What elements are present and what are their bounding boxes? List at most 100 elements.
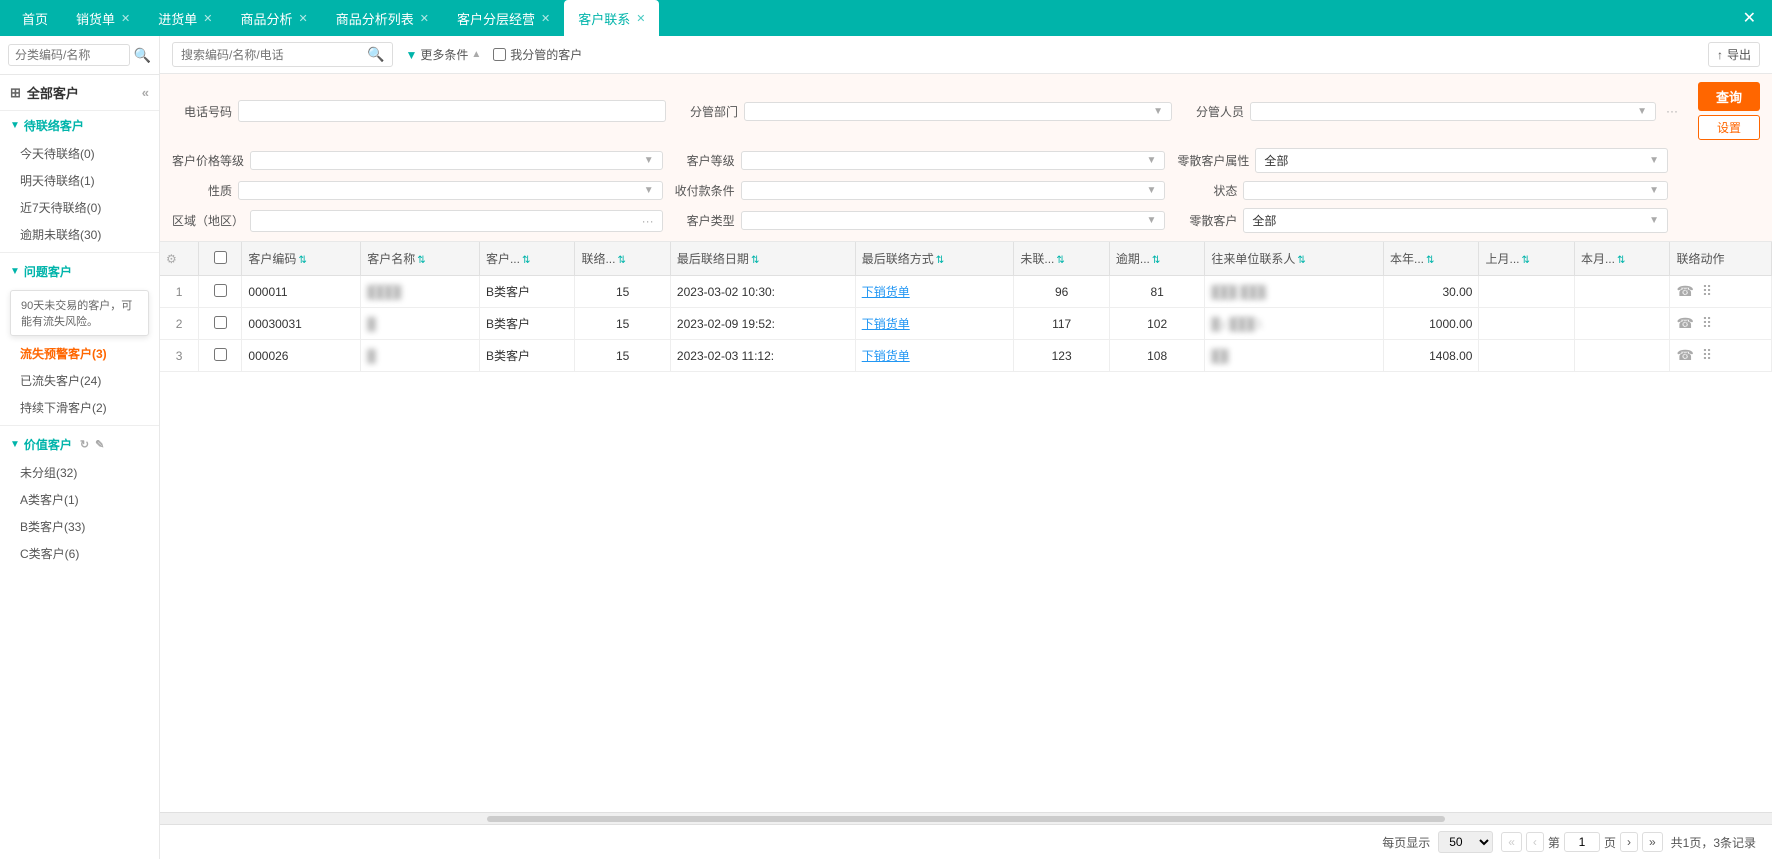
sidebar-item-churn-warning[interactable]: 流失预警客户(3) <box>0 340 159 367</box>
tab-sales[interactable]: 销货单 ✕ <box>62 0 144 36</box>
sidebar-item-churned[interactable]: 已流失客户(24) <box>0 367 159 394</box>
contact-icon[interactable]: ☎ <box>1676 283 1693 300</box>
region-select[interactable]: ··· <box>250 210 663 232</box>
status-select[interactable]: ▼ <box>1243 181 1668 200</box>
sort-overdue-icon[interactable]: ⇅ <box>1152 255 1160 266</box>
close-analysis-icon[interactable]: ✕ <box>299 12 308 25</box>
cell-last-month <box>1479 340 1574 372</box>
payment-select[interactable]: ▼ <box>741 181 1166 200</box>
filter-search-button[interactable]: 🔍 <box>367 46 384 63</box>
nature-label: 性质 <box>172 182 232 199</box>
cell-last-method: 下销货单 <box>855 276 1014 308</box>
method-link[interactable]: 下销货单 <box>862 349 910 363</box>
sidebar-group-value-title[interactable]: ▼ 价值客户 ↻ ✎ <box>0 430 159 459</box>
sidebar-all-customers[interactable]: ⊞ 全部客户 « <box>0 75 159 111</box>
dept-select[interactable]: ▼ <box>744 102 1172 121</box>
tab-home[interactable]: 首页 <box>8 0 62 36</box>
close-segment-icon[interactable]: ✕ <box>541 12 550 25</box>
page-size-select[interactable]: 50 100 200 <box>1438 831 1493 853</box>
tab-customer-contact[interactable]: 客户联系 ✕ <box>564 0 659 36</box>
value-refresh-icon[interactable]: ↻ <box>80 438 89 451</box>
sidebar-group-problem: ▼ 问题客户 90天未交易的客户，可能有流失风险。 流失预警客户(3) 已流失客… <box>0 252 159 421</box>
window-close-button[interactable]: ✕ <box>1735 8 1764 28</box>
more-actions-icon[interactable]: ⠿ <box>1702 315 1712 332</box>
more-actions-icon[interactable]: ⠿ <box>1702 283 1712 300</box>
close-contact-icon[interactable]: ✕ <box>636 12 645 25</box>
price-level-select[interactable]: ▼ <box>250 151 663 170</box>
sidebar-item-overdue[interactable]: 逾期未联络(30) <box>0 221 159 248</box>
sidebar-item-a-class[interactable]: A类客户(1) <box>0 486 159 513</box>
method-link[interactable]: 下销货单 <box>862 317 910 331</box>
select-all-checkbox[interactable] <box>214 251 227 264</box>
sort-not-contact-icon[interactable]: ⇅ <box>1056 255 1064 266</box>
contact-icon[interactable]: ☎ <box>1676 347 1693 364</box>
sort-year-icon[interactable]: ⇅ <box>1426 255 1434 266</box>
sort-last-month-icon[interactable]: ⇅ <box>1522 255 1530 266</box>
tab-purchase[interactable]: 进货单 ✕ <box>144 0 226 36</box>
sidebar-group-pending-title[interactable]: ▼ 待联络客户 <box>0 111 159 140</box>
sort-unit-icon[interactable]: ⇅ <box>1297 255 1305 266</box>
page-number-input[interactable] <box>1564 832 1600 852</box>
prev-page-button[interactable]: ‹ <box>1526 832 1544 852</box>
sidebar-item-downgrade[interactable]: 持续下滑客户(2) <box>0 394 159 421</box>
sort-method-icon[interactable]: ⇅ <box>936 255 944 266</box>
sidebar-item-today[interactable]: 今天待联络(0) <box>0 140 159 167</box>
first-page-button[interactable]: « <box>1501 832 1522 852</box>
sidebar-group-problem-title[interactable]: ▼ 问题客户 <box>0 257 159 286</box>
sidebar-search-input[interactable] <box>8 44 130 66</box>
my-customers-checkbox[interactable]: 我分管的客户 <box>493 46 582 63</box>
sort-contact-icon[interactable]: ⇅ <box>617 255 625 266</box>
sidebar-collapse-icon[interactable]: « <box>142 85 149 100</box>
retail-select[interactable]: 全部 ▼ <box>1243 208 1668 233</box>
row-checkbox[interactable] <box>214 284 227 297</box>
retail-attr-chevron: ▼ <box>1649 155 1659 166</box>
sort-name-icon[interactable]: ⇅ <box>417 255 425 266</box>
sort-type-icon[interactable]: ⇅ <box>522 255 530 266</box>
close-sales-icon[interactable]: ✕ <box>121 12 130 25</box>
sidebar-item-b-class[interactable]: B类客户(33) <box>0 513 159 540</box>
manager-dots[interactable]: ··· <box>1666 104 1678 118</box>
next-page-button[interactable]: › <box>1620 832 1638 852</box>
export-button[interactable]: ↑ 导出 <box>1708 42 1760 67</box>
close-analysis-list-icon[interactable]: ✕ <box>420 12 429 25</box>
phone-input[interactable] <box>238 100 666 122</box>
sort-date-icon[interactable]: ⇅ <box>751 255 759 266</box>
cell-this-month <box>1574 340 1669 372</box>
customer-level-select[interactable]: ▼ <box>741 151 1166 170</box>
filter-manager: 分管人员 ▼ ··· <box>1184 102 1678 121</box>
method-link[interactable]: 下销货单 <box>862 285 910 299</box>
customer-type-select[interactable]: ▼ <box>741 211 1166 230</box>
row-checkbox[interactable] <box>214 348 227 361</box>
sidebar-item-c-class[interactable]: C类客户(6) <box>0 540 159 567</box>
contact-icon[interactable]: ☎ <box>1676 315 1693 332</box>
nature-select[interactable]: ▼ <box>238 181 663 200</box>
cell-contact-count: 15 <box>575 308 670 340</box>
sidebar-item-ungroup[interactable]: 未分组(32) <box>0 459 159 486</box>
close-purchase-icon[interactable]: ✕ <box>203 12 212 25</box>
my-customers-check-input[interactable] <box>493 48 506 61</box>
settings-button[interactable]: 设置 <box>1698 115 1760 140</box>
query-button[interactable]: 查询 <box>1698 82 1760 111</box>
tab-analysis[interactable]: 商品分析 ✕ <box>226 0 321 36</box>
tab-analysis-list[interactable]: 商品分析列表 ✕ <box>322 0 443 36</box>
row-checkbox[interactable] <box>214 316 227 329</box>
cell-action: ☎ ⠿ <box>1670 276 1772 308</box>
filter-search-input[interactable] <box>181 48 361 62</box>
region-dots[interactable]: ··· <box>642 214 654 228</box>
sort-this-month-icon[interactable]: ⇅ <box>1617 255 1625 266</box>
th-last-month: 上月...⇅ <box>1479 242 1574 276</box>
retail-label: 零散客户 <box>1177 212 1237 229</box>
tab-customer-segment[interactable]: 客户分层经营 ✕ <box>443 0 564 36</box>
filter-more-conditions[interactable]: ▼ 更多条件 ▲ <box>405 46 481 63</box>
retail-attr-select[interactable]: 全部 ▼ <box>1255 148 1668 173</box>
horizontal-scrollbar[interactable] <box>487 816 1445 822</box>
th-settings[interactable]: ⚙ <box>160 242 199 276</box>
last-page-button[interactable]: » <box>1642 832 1663 852</box>
sidebar-item-week[interactable]: 近7天待联络(0) <box>0 194 159 221</box>
cell-this-month <box>1574 308 1669 340</box>
value-edit-icon[interactable]: ✎ <box>95 438 104 451</box>
sidebar-item-tomorrow[interactable]: 明天待联络(1) <box>0 167 159 194</box>
more-actions-icon[interactable]: ⠿ <box>1702 347 1712 364</box>
manager-select[interactable]: ▼ <box>1250 102 1656 121</box>
sort-code-icon[interactable]: ⇅ <box>298 255 306 266</box>
